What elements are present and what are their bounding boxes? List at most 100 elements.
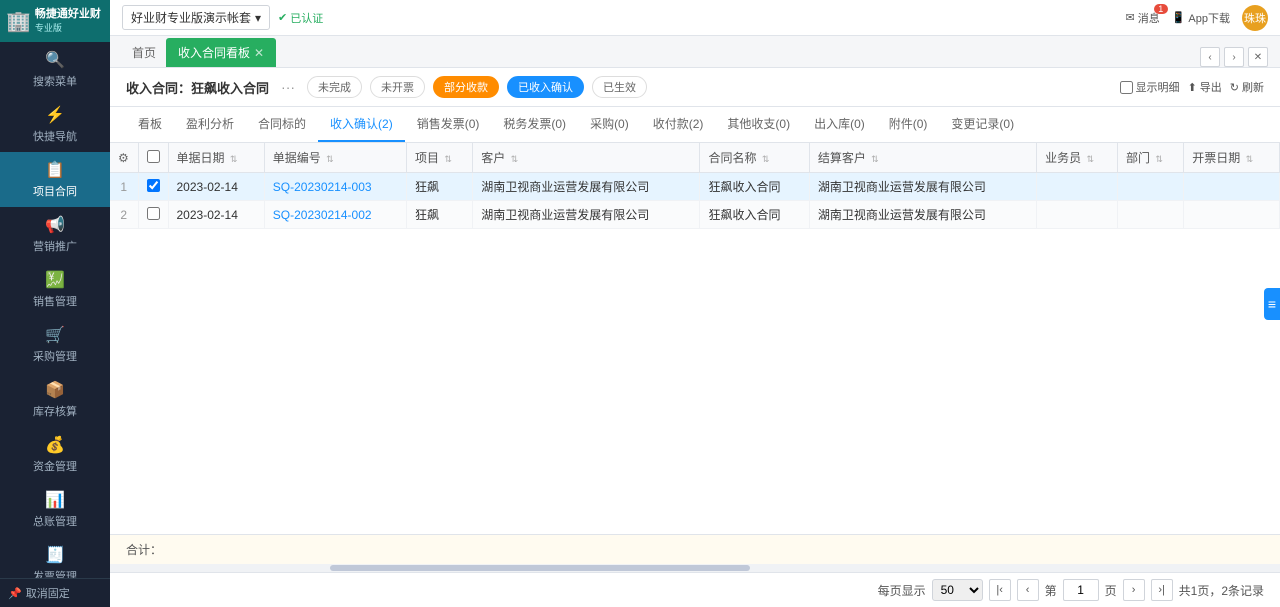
tab-revenue-confirm[interactable]: 收入确认(2) <box>318 107 405 142</box>
row-checkbox[interactable] <box>147 179 160 192</box>
row-dept <box>1118 173 1184 201</box>
content-area: 收入合同：狂飙收入合同 ··· 未完成 未开票 部分收款 已收入确认 已生效 显 <box>110 68 1280 607</box>
sidebar-item-search[interactable]: 🔍 搜索菜单 <box>0 42 110 97</box>
export-button[interactable]: ⬆ 导出 <box>1188 79 1222 95</box>
last-page-button[interactable]: ›| <box>1151 579 1173 601</box>
certified-label: 已认证 <box>290 10 323 26</box>
inner-tab-bar: 看板 盈利分析 合同标的 收入确认(2) 销售发票(0) 税务发票(0) 采购(… <box>110 107 1280 143</box>
sidebar-item-funds[interactable]: 💰 资金管理 <box>0 427 110 482</box>
row-num: 1 <box>110 173 138 201</box>
tab-kanban[interactable]: 看板 <box>126 107 174 142</box>
row-project: 狂飙 <box>406 201 472 229</box>
message-button[interactable]: ✉ 1 消息 <box>1126 10 1160 26</box>
app-download-label: App下载 <box>1188 10 1230 26</box>
sidebar-item-invoice[interactable]: 🧾 发票管理 <box>0 537 110 578</box>
tab-payment[interactable]: 收付款(2) <box>641 107 716 142</box>
tab-close-button[interactable]: ✕ <box>1248 47 1268 67</box>
sidebar-item-sales[interactable]: 💹 销售管理 <box>0 262 110 317</box>
status-revenue-confirmed[interactable]: 已收入确认 <box>507 76 584 98</box>
row-checkbox[interactable] <box>147 207 160 220</box>
sidebar-scroll: 🔍 搜索菜单 ⚡ 快捷导航 📋 项目合同 📢 营销推广 💹 销售管理 🛒 采购管… <box>0 42 110 578</box>
per-page-select[interactable]: 50 100 200 <box>932 579 983 601</box>
order-no-link[interactable]: SQ-20230214-003 <box>273 180 372 194</box>
tab-next-button[interactable]: › <box>1224 47 1244 67</box>
th-salesman: 业务员 ⇅ <box>1037 143 1118 173</box>
th-checkbox <box>138 143 168 173</box>
tab-warehouse[interactable]: 出入库(0) <box>802 107 877 142</box>
flash-icon: ⚡ <box>45 105 65 125</box>
status-incomplete[interactable]: 未完成 <box>307 76 362 98</box>
th-contract: 合同名称 ⇅ <box>700 143 809 173</box>
contract-title: 收入合同：狂飙收入合同 <box>126 78 269 97</box>
data-table: ⚙ 单据日期 ⇅ 单据编号 ⇅ <box>110 143 1280 229</box>
sort-icon-salesman: ⇅ <box>1086 154 1094 164</box>
status-partial-payment[interactable]: 部分收款 <box>433 76 499 98</box>
th-date-label: 单据日期 <box>177 151 225 165</box>
app-sub: 专业版 <box>35 21 101 34</box>
sidebar-unpin-button[interactable]: 📌 取消固定 <box>0 578 110 607</box>
tab-sales-invoice[interactable]: 销售发票(0) <box>405 107 492 142</box>
pagination: 每页显示 50 100 200 |‹ ‹ 第 页 › ›| 共1页，2条记录 <box>110 572 1280 607</box>
select-all-checkbox[interactable] <box>147 150 160 163</box>
tab-close-icon[interactable]: ✕ <box>254 46 264 60</box>
row-settle-customer: 湖南卫视商业运营发展有限公司 <box>809 201 1036 229</box>
sidebar-item-label: 采购管理 <box>33 348 77 364</box>
row-contract: 狂飙收入合同 <box>700 173 809 201</box>
th-bill-date-label: 开票日期 <box>1192 151 1240 165</box>
tab-bar: 首页 收入合同看板 ✕ ‹ › ✕ <box>110 36 1280 68</box>
sidebar-item-marketing[interactable]: 📢 营销推广 <box>0 207 110 262</box>
row-salesman <box>1037 173 1118 201</box>
show-detail-checkbox[interactable]: 显示明细 <box>1120 79 1180 95</box>
row-order-no: SQ-20230214-002 <box>264 201 406 229</box>
status-effective[interactable]: 已生效 <box>592 76 647 98</box>
tab-other-income[interactable]: 其他收支(0) <box>715 107 802 142</box>
tab-contract-subject[interactable]: 合同标的 <box>246 107 318 142</box>
row-customer: 湖南卫视商业运营发展有限公司 <box>473 201 700 229</box>
more-button[interactable]: ··· <box>277 79 299 95</box>
app-download-button[interactable]: 📱 App下载 <box>1172 10 1230 26</box>
tab-profit-analysis[interactable]: 盈利分析 <box>174 107 246 142</box>
horizontal-scrollbar[interactable] <box>110 564 1280 572</box>
sidebar-item-label: 快捷导航 <box>33 128 77 144</box>
page-number-input[interactable] <box>1063 579 1099 601</box>
row-num: 2 <box>110 201 138 229</box>
first-page-button[interactable]: |‹ <box>989 579 1011 601</box>
tab-change-log[interactable]: 变更记录(0) <box>939 107 1026 142</box>
next-page-button[interactable]: › <box>1123 579 1145 601</box>
company-selector[interactable]: 好业财专业版演示帐套 ▾ <box>122 5 270 30</box>
tab-tax-invoice[interactable]: 税务发票(0) <box>491 107 578 142</box>
tab-home[interactable]: 首页 <box>122 38 166 67</box>
show-detail-input[interactable] <box>1120 81 1133 94</box>
sidebar-item-ledger[interactable]: 📊 总账管理 <box>0 482 110 537</box>
sidebar-item-inventory[interactable]: 📦 库存核算 <box>0 372 110 427</box>
chart-icon: 💹 <box>45 270 65 290</box>
table-row[interactable]: 1 2023-02-14 SQ-20230214-003 狂飙 湖南卫视商业运营… <box>110 173 1280 201</box>
status-uninvoiced[interactable]: 未开票 <box>370 76 425 98</box>
order-no-link[interactable]: SQ-20230214-002 <box>273 208 372 222</box>
tab-prev-button[interactable]: ‹ <box>1200 47 1220 67</box>
tab-purchase[interactable]: 采购(0) <box>578 107 641 142</box>
tab-contract-board[interactable]: 收入合同看板 ✕ <box>166 38 276 67</box>
column-settings-icon[interactable]: ⚙ <box>118 151 129 165</box>
sidebar-item-project-contract[interactable]: 📋 项目合同 <box>0 152 110 207</box>
tab-label: 收入合同看板 <box>178 44 250 61</box>
table-row[interactable]: 2 2023-02-14 SQ-20230214-002 狂飙 湖南卫视商业运营… <box>110 201 1280 229</box>
download-icon: 📱 <box>1172 11 1186 24</box>
th-salesman-label: 业务员 <box>1045 151 1081 165</box>
right-panel-toggle[interactable]: ≡ <box>1264 288 1280 320</box>
scrollbar-thumb[interactable] <box>330 565 750 571</box>
prev-page-button[interactable]: ‹ <box>1017 579 1039 601</box>
sidebar-item-purchase[interactable]: 🛒 采购管理 <box>0 317 110 372</box>
row-date: 2023-02-14 <box>168 201 264 229</box>
row-date: 2023-02-14 <box>168 173 264 201</box>
sidebar-item-quicknav[interactable]: ⚡ 快捷导航 <box>0 97 110 152</box>
row-checkbox-cell <box>138 173 168 201</box>
export-icon: ⬆ <box>1188 81 1197 94</box>
th-date: 单据日期 ⇅ <box>168 143 264 173</box>
user-avatar[interactable]: 珠珠 <box>1242 5 1268 31</box>
table-container: ⚙ 单据日期 ⇅ 单据编号 ⇅ <box>110 143 1280 534</box>
th-order-no: 单据编号 ⇅ <box>264 143 406 173</box>
tab-attachments[interactable]: 附件(0) <box>877 107 940 142</box>
sidebar-item-label: 总账管理 <box>33 513 77 529</box>
refresh-button[interactable]: ↻ 刷新 <box>1230 79 1264 95</box>
